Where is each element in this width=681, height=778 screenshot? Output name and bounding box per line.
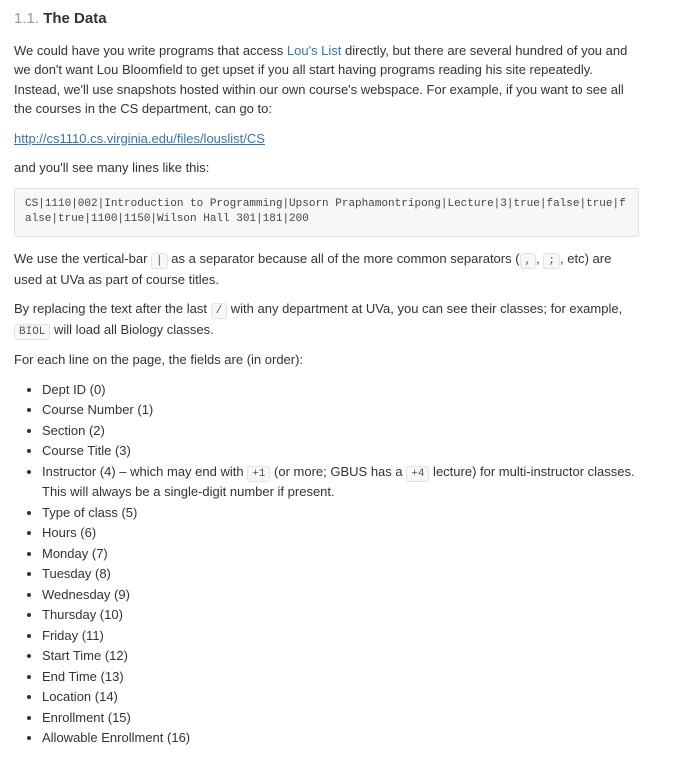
field-item: Thursday (10) — [42, 605, 639, 625]
field-item: Friday (11) — [42, 626, 639, 646]
field-item: Monday (7) — [42, 544, 639, 564]
field-item: Instructor (4) – which may end with +1 (… — [42, 462, 639, 502]
code-sample: CS|1110|002|Introduction to Programming|… — [14, 188, 639, 238]
field-item: Course Title (3) — [42, 441, 639, 461]
url-line: http://cs1110.cs.virginia.edu/files/lous… — [14, 129, 639, 149]
field-item: Section (2) — [42, 421, 639, 441]
semicolon-code: ; — [543, 253, 560, 269]
field-item: Type of class (5) — [42, 503, 639, 523]
section-number: 1.1. — [14, 10, 39, 27]
field-item: End Time (13) — [42, 667, 639, 687]
field-item: Allowable Enrollment (16) — [42, 728, 639, 748]
lead-in: and you'll see many lines like this: — [14, 158, 639, 178]
field-item: Start Time (12) — [42, 646, 639, 666]
field-item: Hours (6) — [42, 523, 639, 543]
biol-code: BIOL — [14, 324, 50, 340]
fields-intro: For each line on the page, the fields ar… — [14, 350, 639, 370]
section-heading: 1.1. The Data — [14, 8, 639, 31]
separator-paragraph: We use the vertical-bar | as a separator… — [14, 249, 639, 289]
slash-code: / — [211, 303, 228, 319]
field-item: Dept ID (0) — [42, 380, 639, 400]
plus-four-code: +4 — [406, 466, 429, 482]
fields-list: Dept ID (0)Course Number (1)Section (2)C… — [14, 380, 639, 748]
field-item: Course Number (1) — [42, 400, 639, 420]
bar-code: | — [151, 253, 168, 269]
intro-pre: We could have you write programs that ac… — [14, 43, 287, 58]
snapshot-url-link[interactable]: http://cs1110.cs.virginia.edu/files/lous… — [14, 131, 265, 146]
field-item: Wednesday (9) — [42, 585, 639, 605]
comma-code: , — [520, 253, 537, 269]
field-item: Tuesday (8) — [42, 564, 639, 584]
plus-one-code: +1 — [247, 466, 270, 482]
replace-paragraph: By replacing the text after the last / w… — [14, 299, 639, 340]
lous-list-link[interactable]: Lou's List — [287, 43, 342, 58]
intro-paragraph: We could have you write programs that ac… — [14, 41, 639, 119]
field-item: Location (14) — [42, 687, 639, 707]
field-item: Enrollment (15) — [42, 708, 639, 728]
section-title: The Data — [43, 10, 106, 27]
